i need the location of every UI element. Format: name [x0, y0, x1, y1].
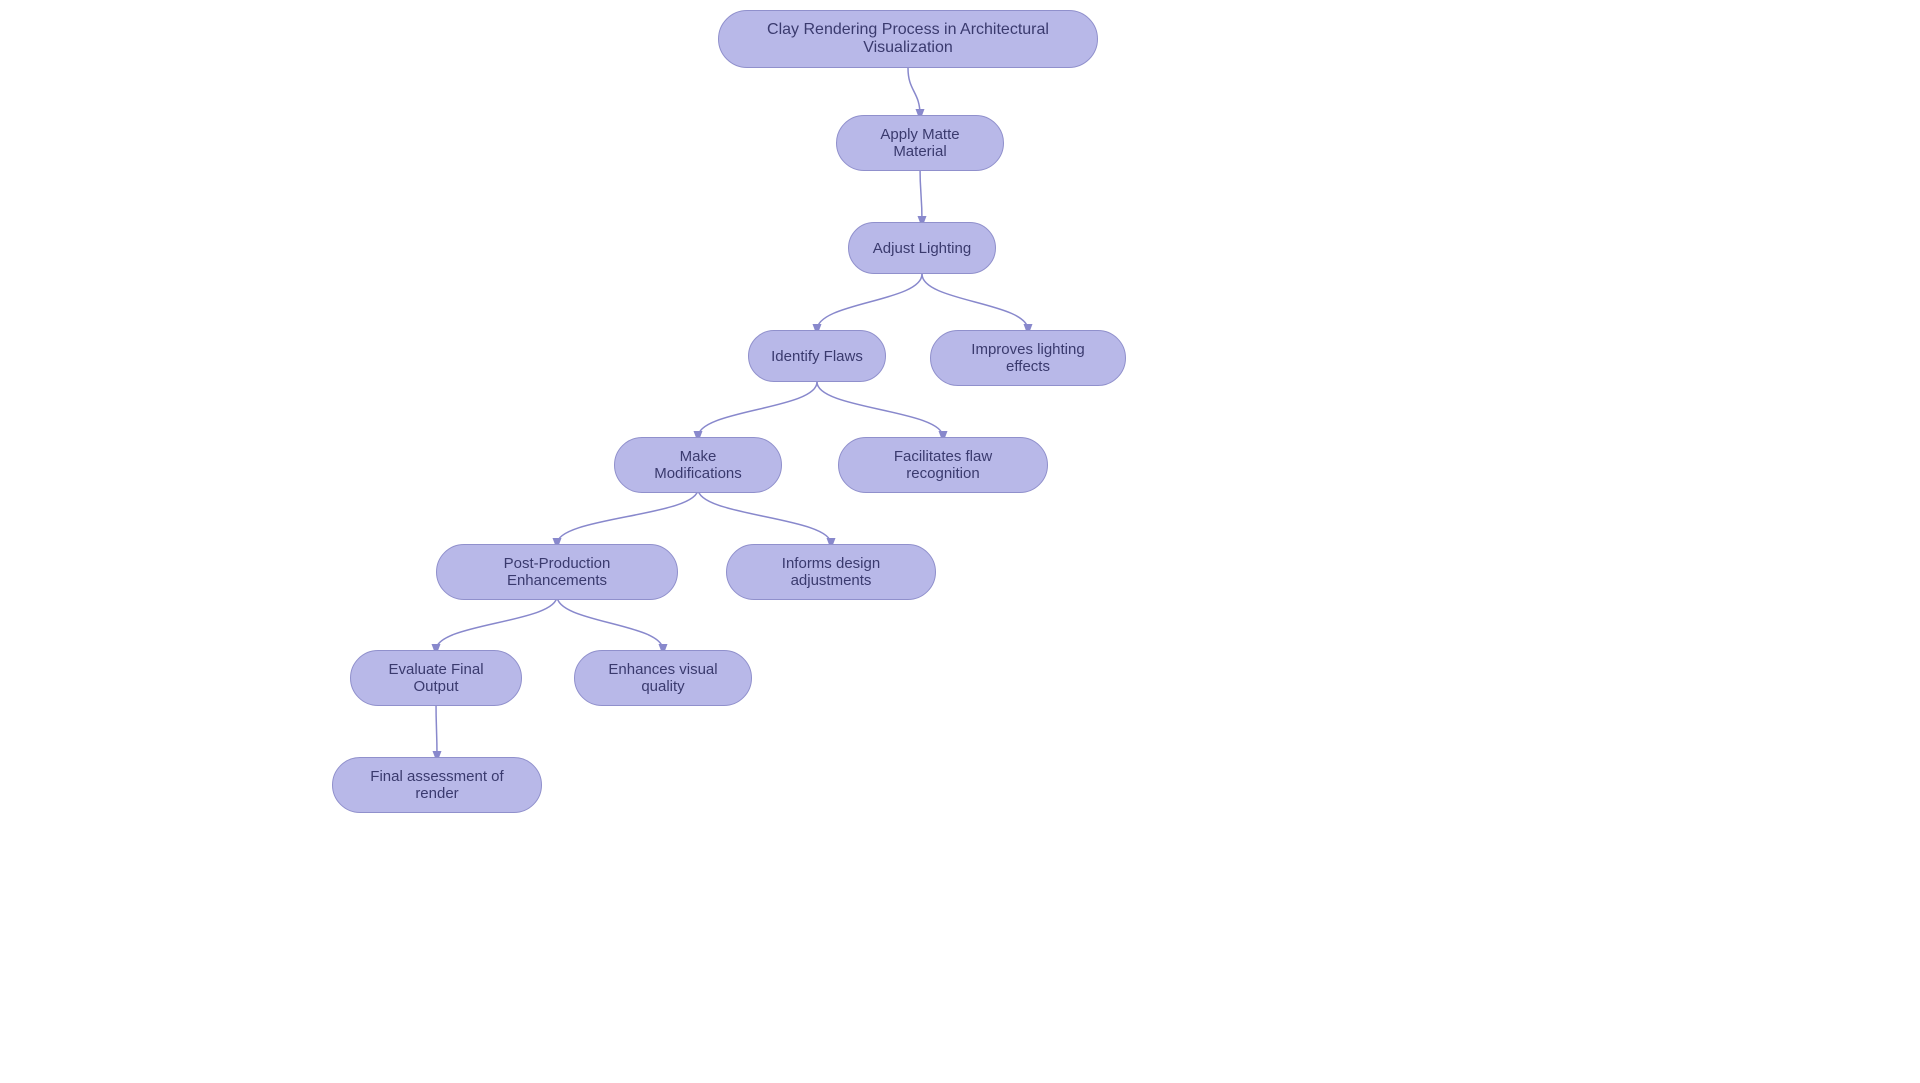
arrow-post-production-to-evaluate-final — [436, 596, 557, 650]
node-identify-flaws[interactable]: Identify Flaws — [748, 330, 886, 382]
node-adjust-lighting[interactable]: Adjust Lighting — [848, 222, 996, 274]
arrow-root-to-apply-matte — [908, 68, 920, 115]
node-make-modifications[interactable]: Make Modifications — [614, 437, 782, 493]
node-post-production[interactable]: Post-Production Enhancements — [436, 544, 678, 600]
node-enhances-visual[interactable]: Enhances visual quality — [574, 650, 752, 706]
arrow-adjust-lighting-to-improves-lighting — [922, 274, 1028, 330]
node-facilitates-flaw[interactable]: Facilitates flaw recognition — [838, 437, 1048, 493]
node-root[interactable]: Clay Rendering Process in Architectural … — [718, 10, 1098, 68]
arrow-make-modifications-to-post-production — [557, 489, 698, 544]
node-evaluate-final[interactable]: Evaluate Final Output — [350, 650, 522, 706]
arrow-adjust-lighting-to-identify-flaws — [817, 274, 922, 330]
arrow-post-production-to-enhances-visual — [557, 596, 663, 650]
node-final-assessment[interactable]: Final assessment of render — [332, 757, 542, 813]
arrow-identify-flaws-to-facilitates-flaw — [817, 382, 943, 437]
arrow-identify-flaws-to-make-modifications — [698, 382, 817, 437]
node-apply-matte[interactable]: Apply Matte Material — [836, 115, 1004, 171]
arrow-make-modifications-to-informs-design — [698, 489, 831, 544]
node-informs-design[interactable]: Informs design adjustments — [726, 544, 936, 600]
diagram-container: Clay Rendering Process in Architectural … — [0, 0, 1920, 1083]
arrow-evaluate-final-to-final-assessment — [436, 702, 437, 757]
node-improves-lighting[interactable]: Improves lighting effects — [930, 330, 1126, 386]
arrow-apply-matte-to-adjust-lighting — [920, 167, 922, 222]
